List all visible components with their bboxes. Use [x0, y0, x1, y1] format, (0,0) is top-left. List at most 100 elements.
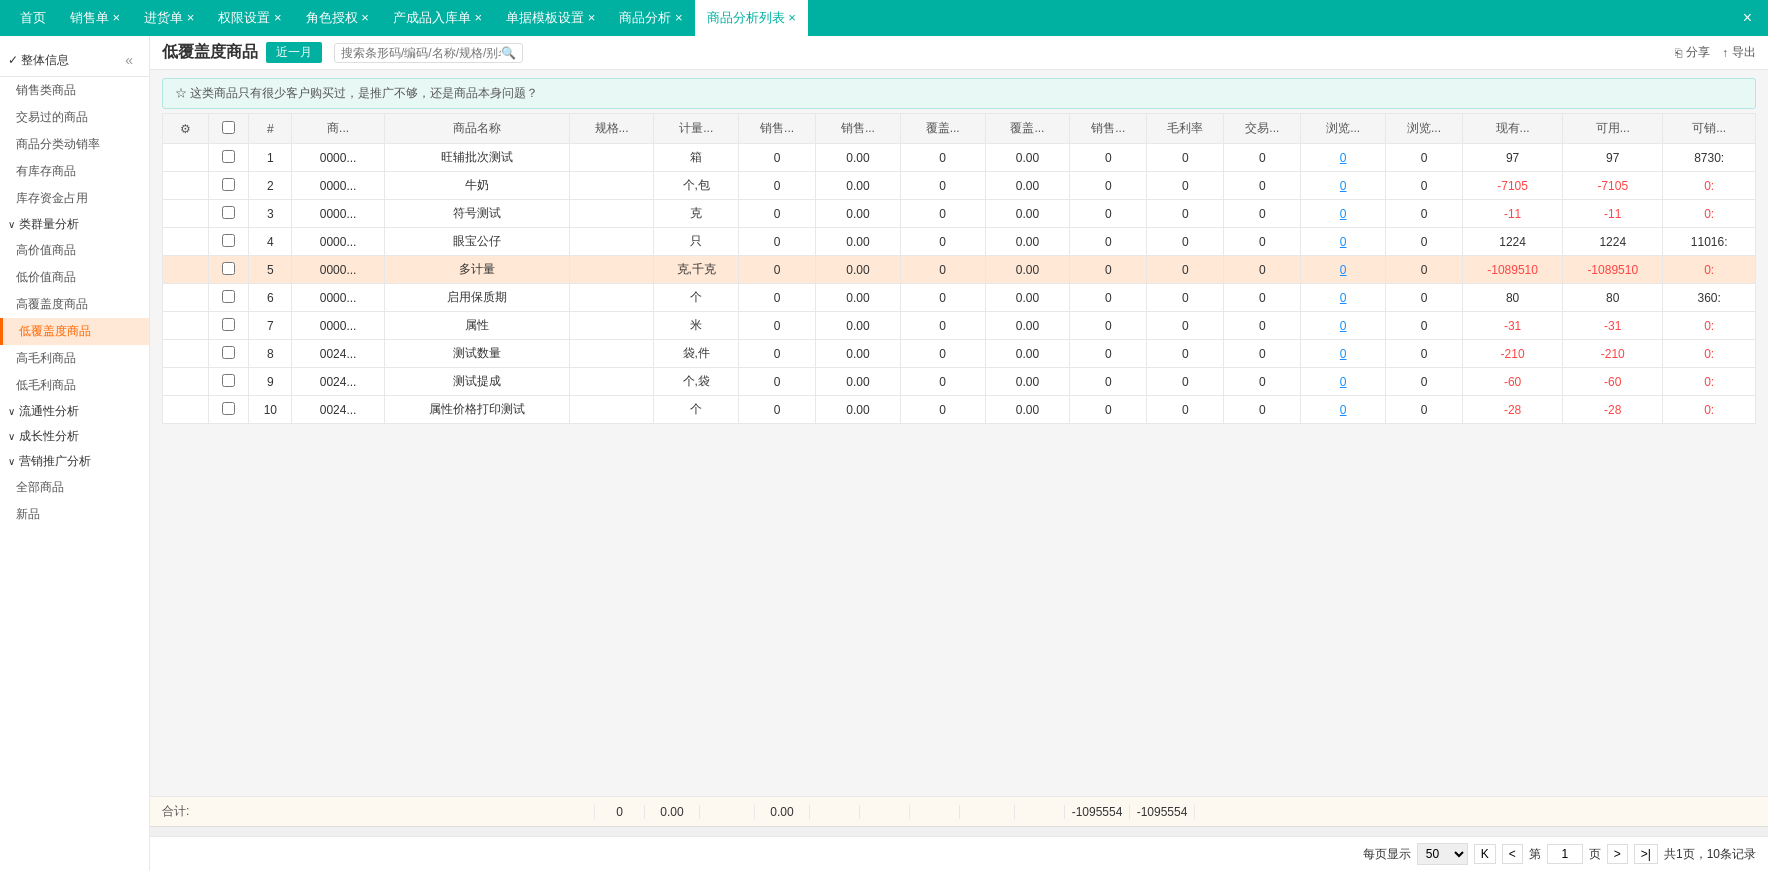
row-unit: 箱 — [654, 144, 739, 172]
search-input[interactable] — [341, 46, 501, 60]
row-checkbox[interactable] — [222, 262, 235, 275]
row-checkbox-cell[interactable] — [209, 312, 249, 340]
period-button[interactable]: 近一月 — [266, 42, 322, 63]
row-gross: 0 — [1147, 368, 1224, 396]
search-icon[interactable]: 🔍 — [501, 46, 516, 60]
row-browse1[interactable]: 0 — [1301, 340, 1386, 368]
row-browse1[interactable]: 0 — [1301, 228, 1386, 256]
page-number-input[interactable] — [1547, 844, 1583, 864]
last-page-button[interactable]: >| — [1634, 844, 1658, 864]
select-all-checkbox[interactable] — [222, 121, 235, 134]
col-gear[interactable]: ⚙ — [163, 114, 209, 144]
row-checkbox-cell[interactable] — [209, 256, 249, 284]
export-button[interactable]: ↑ 导出 — [1722, 44, 1756, 61]
row-coverage2: 0.00 — [985, 340, 1070, 368]
row-browse1[interactable]: 0 — [1301, 312, 1386, 340]
row-checkbox-cell[interactable] — [209, 228, 249, 256]
page-size-select[interactable]: 50 100 200 — [1417, 843, 1468, 865]
row-browse2: 0 — [1386, 144, 1463, 172]
col-trade: 交易... — [1224, 114, 1301, 144]
nav-templates[interactable]: 单据模板设置 × — [494, 0, 607, 36]
row-checkbox-cell[interactable] — [209, 144, 249, 172]
row-coverage1: 0 — [900, 312, 985, 340]
row-browse2: 0 — [1386, 340, 1463, 368]
horizontal-scrollbar[interactable] — [150, 826, 1768, 836]
sidebar-item-low-coverage[interactable]: 低覆盖度商品 — [0, 318, 149, 345]
row-checkbox-cell[interactable] — [209, 368, 249, 396]
table-header-row: ⚙ # 商... 商品名称 规格... 计量... 销售... 销售... 覆盖… — [163, 114, 1756, 144]
row-spec — [569, 284, 654, 312]
sidebar-section-marketing[interactable]: ∨ 营销推广分析 — [0, 449, 149, 474]
row-number: 6 — [249, 284, 292, 312]
sidebar-item-high-coverage[interactable]: 高覆盖度商品 — [0, 291, 149, 318]
row-checkbox-cell[interactable] — [209, 172, 249, 200]
row-browse1[interactable]: 0 — [1301, 284, 1386, 312]
nav-products-in[interactable]: 产成品入库单 × — [381, 0, 494, 36]
window-close-button[interactable]: × — [1735, 9, 1760, 27]
row-checkbox-cell[interactable] — [209, 340, 249, 368]
row-sellable: 0: — [1663, 368, 1756, 396]
sidebar-section-group-analysis[interactable]: ∨ 类群量分析 — [0, 212, 149, 237]
row-sales2: 0.00 — [816, 396, 901, 424]
row-sellable: 0: — [1663, 256, 1756, 284]
row-sales1: 0 — [739, 284, 816, 312]
sidebar-item-high-gross[interactable]: 高毛利商品 — [0, 345, 149, 372]
share-button[interactable]: ⎗ 分享 — [1675, 44, 1710, 61]
row-code: 0024... — [292, 396, 384, 424]
sidebar-item-sales-products[interactable]: 销售类商品 — [0, 77, 149, 104]
row-browse1[interactable]: 0 — [1301, 368, 1386, 396]
row-checkbox[interactable] — [222, 178, 235, 191]
row-coverage2: 0.00 — [985, 312, 1070, 340]
section-arrow-circulation: ∨ — [8, 406, 15, 417]
row-browse1[interactable]: 0 — [1301, 256, 1386, 284]
table-wrapper[interactable]: ⚙ # 商... 商品名称 规格... 计量... 销售... 销售... 覆盖… — [150, 113, 1768, 796]
row-checkbox[interactable] — [222, 374, 235, 387]
row-browse2: 0 — [1386, 312, 1463, 340]
sidebar-item-capital[interactable]: 库存资金占用 — [0, 185, 149, 212]
sidebar-item-traded-products[interactable]: 交易过的商品 — [0, 104, 149, 131]
nav-purchase[interactable]: 进货单 × — [132, 0, 206, 36]
row-checkbox-cell[interactable] — [209, 284, 249, 312]
sidebar-section-growth[interactable]: ∨ 成长性分析 — [0, 424, 149, 449]
nav-product-analysis[interactable]: 商品分析 × — [607, 0, 694, 36]
row-unit: 个,包 — [654, 172, 739, 200]
row-checkbox[interactable] — [222, 150, 235, 163]
nav-roles[interactable]: 角色授权 × — [294, 0, 381, 36]
row-browse2: 0 — [1386, 396, 1463, 424]
prev-page-button[interactable]: < — [1502, 844, 1523, 864]
row-checkbox[interactable] — [222, 234, 235, 247]
row-checkbox[interactable] — [222, 318, 235, 331]
next-page-button[interactable]: > — [1607, 844, 1628, 864]
row-checkbox[interactable] — [222, 346, 235, 359]
sidebar-collapse-button[interactable]: « — [117, 48, 141, 72]
row-checkbox[interactable] — [222, 402, 235, 415]
sidebar-item-in-stock[interactable]: 有库存商品 — [0, 158, 149, 185]
nav-home[interactable]: 首页 — [8, 0, 58, 36]
nav-product-analysis-list[interactable]: 商品分析列表 × — [695, 0, 808, 36]
row-checkbox-cell[interactable] — [209, 396, 249, 424]
row-checkbox[interactable] — [222, 206, 235, 219]
row-browse1[interactable]: 0 — [1301, 172, 1386, 200]
nav-permissions[interactable]: 权限设置 × — [206, 0, 293, 36]
row-browse1[interactable]: 0 — [1301, 200, 1386, 228]
nav-sales[interactable]: 销售单 × — [58, 0, 132, 36]
row-checkbox[interactable] — [222, 290, 235, 303]
sidebar-item-new-products[interactable]: 新品 — [0, 501, 149, 528]
row-sales3: 0 — [1070, 144, 1147, 172]
col-checkbox[interactable] — [209, 114, 249, 144]
col-no: # — [249, 114, 292, 144]
col-gross-rate: 毛利率 — [1147, 114, 1224, 144]
sidebar-item-low-gross[interactable]: 低毛利商品 — [0, 372, 149, 399]
row-trade: 0 — [1224, 200, 1301, 228]
sidebar-section-circulation[interactable]: ∨ 流通性分析 — [0, 399, 149, 424]
sidebar-item-low-value[interactable]: 低价值商品 — [0, 264, 149, 291]
row-browse1[interactable]: 0 — [1301, 144, 1386, 172]
sidebar-item-all-products[interactable]: 全部商品 — [0, 474, 149, 501]
row-code: 0000... — [292, 228, 384, 256]
row-browse1[interactable]: 0 — [1301, 396, 1386, 424]
first-page-button[interactable]: K — [1474, 844, 1496, 864]
row-checkbox-cell[interactable] — [209, 200, 249, 228]
sidebar-item-high-value[interactable]: 高价值商品 — [0, 237, 149, 264]
row-number: 1 — [249, 144, 292, 172]
sidebar-item-category-rate[interactable]: 商品分类动销率 — [0, 131, 149, 158]
